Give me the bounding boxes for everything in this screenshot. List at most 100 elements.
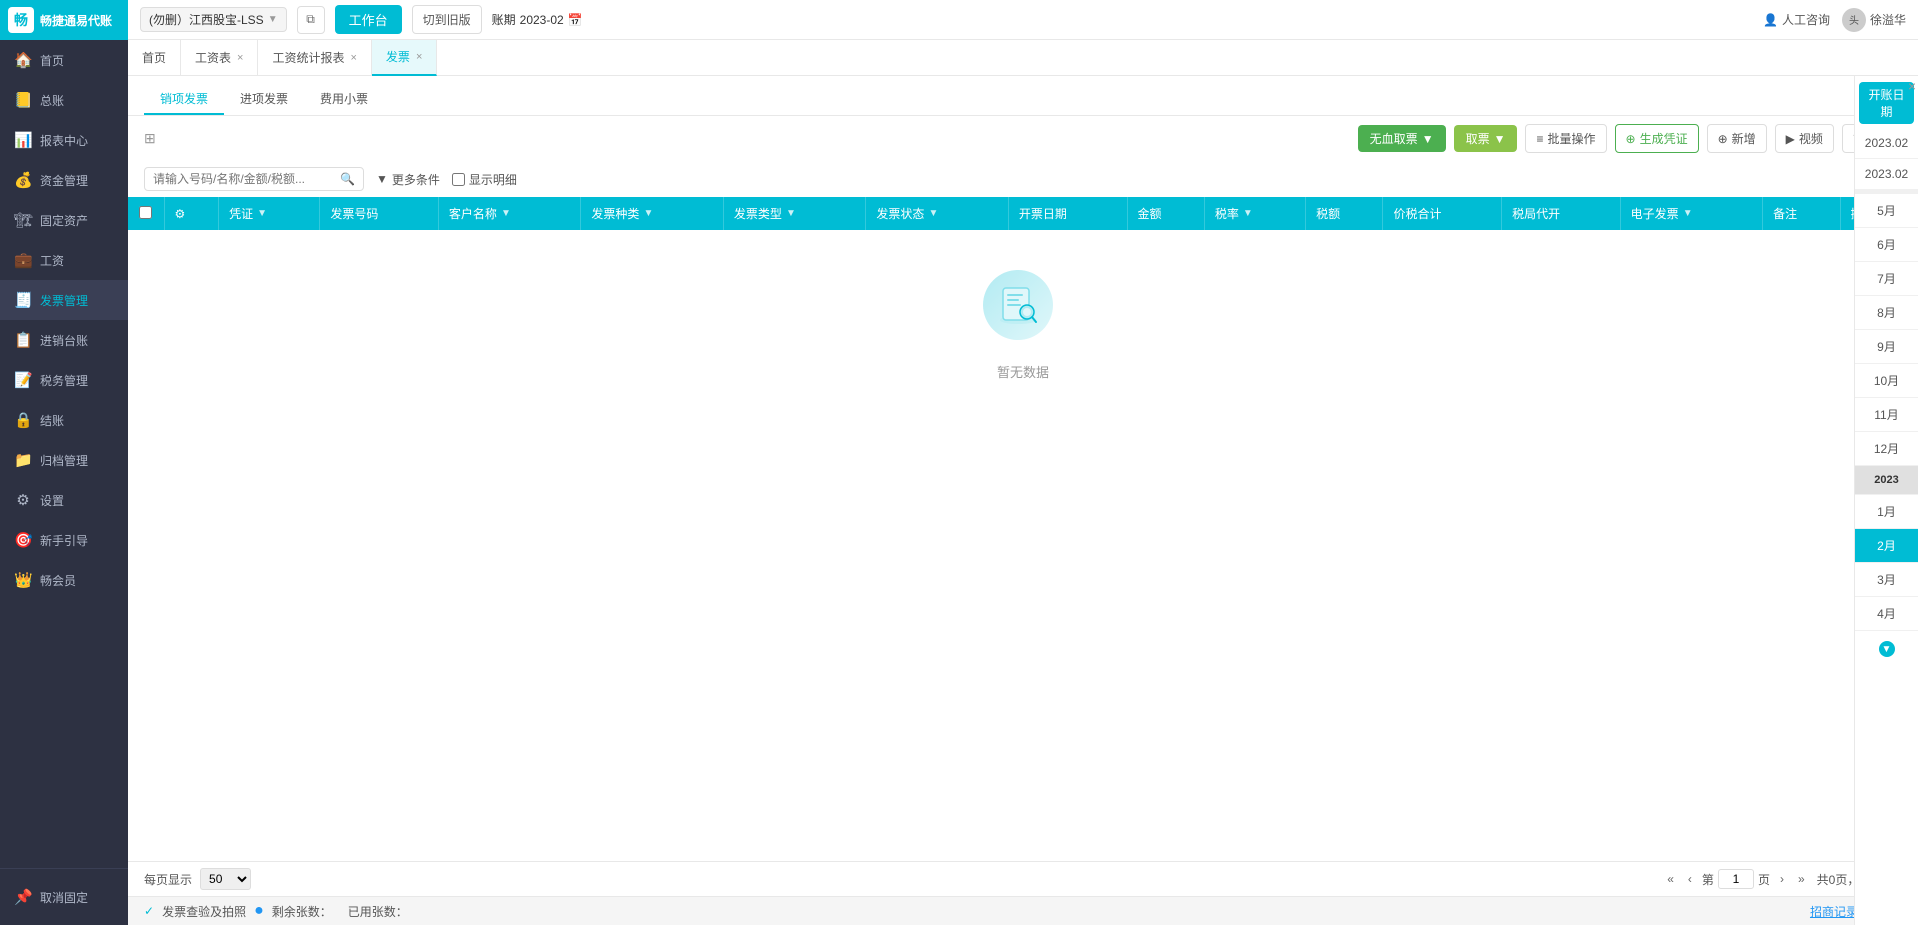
th-invoice-type: 发票种类 ▼: [581, 197, 724, 230]
last-page-button[interactable]: »: [1794, 870, 1809, 888]
ledger-icon: 📒: [14, 91, 32, 109]
date-panel-item-11m[interactable]: 11月: [1855, 398, 1918, 432]
more-conditions-button[interactable]: ▼ 更多条件: [376, 171, 440, 188]
new-button[interactable]: ⊕ 新增: [1707, 124, 1767, 153]
date-panel-item-6m[interactable]: 6月: [1855, 228, 1918, 262]
sidebar-item-invoice-mgmt[interactable]: 🧾 发票管理: [0, 280, 128, 320]
statusbar-left: ✓ 发票查验及拍照 ● 剩余张数： 已用张数：: [144, 902, 416, 920]
sidebar-item-ledger[interactable]: 📒 总账: [0, 80, 128, 120]
th-settings-icon[interactable]: ⚙: [175, 207, 186, 221]
old-version-button[interactable]: 切到旧版: [412, 5, 482, 34]
show-detail-checkbox[interactable]: [452, 173, 465, 186]
date-panel-item-9m[interactable]: 9月: [1855, 330, 1918, 364]
tab-payroll[interactable]: 工资表 ×: [181, 40, 258, 76]
th-customer: 客户名称 ▼: [438, 197, 581, 230]
subtab-sales[interactable]: 销项发票: [144, 84, 224, 115]
th-tax-total: 价税合计: [1383, 197, 1502, 230]
tax-button[interactable]: 取票 ▼: [1454, 125, 1518, 152]
sidebar-label-guide: 新手引导: [40, 532, 88, 549]
grid-view-icon[interactable]: ⊞: [144, 130, 156, 147]
open-date-button[interactable]: 开账日期: [1859, 82, 1914, 124]
sidebar-item-archive[interactable]: 📁 归档管理: [0, 440, 128, 480]
sidebar-item-home[interactable]: 🏠 首页: [0, 40, 128, 80]
date-panel-item-4m[interactable]: 4月: [1855, 597, 1918, 631]
date-panel-item-2023-02-1[interactable]: 2023.02: [1855, 128, 1918, 159]
th-invoice-category-filter-icon[interactable]: ▼: [786, 208, 796, 219]
subtab-purchase[interactable]: 进项发票: [224, 84, 304, 115]
tab-payroll-close-icon[interactable]: ×: [237, 52, 243, 64]
sidebar-item-tax-mgmt[interactable]: 📝 税务管理: [0, 360, 128, 400]
th-tax-amount-label: 税额: [1316, 207, 1340, 221]
tab-payroll-stats-close-icon[interactable]: ×: [350, 52, 356, 64]
th-electronic-filter-icon[interactable]: ▼: [1683, 208, 1693, 219]
calendar-icon[interactable]: 📅: [568, 13, 583, 27]
tab-payroll-stats[interactable]: 工资统计报表 ×: [258, 40, 371, 76]
sidebar-item-sales-ledger[interactable]: 📋 进销台账: [0, 320, 128, 360]
date-panel-item-8m[interactable]: 8月: [1855, 296, 1918, 330]
next-page-button[interactable]: ›: [1776, 870, 1788, 888]
th-invoice-category: 发票类型 ▼: [723, 197, 866, 230]
sidebar-item-member[interactable]: 👑 畅会员: [0, 560, 128, 600]
voucher-icon: ⊕: [1626, 132, 1636, 146]
page-info: 第 页: [1702, 869, 1770, 889]
date-panel-item-1m[interactable]: 1月: [1855, 495, 1918, 529]
generate-voucher-button[interactable]: ⊕ 生成凭证: [1615, 124, 1699, 153]
show-detail-label[interactable]: 显示明细: [452, 171, 517, 188]
th-invoice-status-filter-icon[interactable]: ▼: [928, 208, 938, 219]
sidebar-item-closing[interactable]: 🔒 结账: [0, 400, 128, 440]
unpin-icon: 📌: [14, 888, 32, 906]
th-customer-filter-icon[interactable]: ▼: [501, 208, 511, 219]
date-panel-item-2023-02-2[interactable]: 2023.02: [1855, 159, 1918, 190]
date-panel-item-2m[interactable]: 2月: [1855, 529, 1918, 563]
tab-home-label: 首页: [142, 49, 166, 66]
page-number-input[interactable]: [1718, 869, 1754, 889]
date-panel-year-2023[interactable]: 2023: [1855, 466, 1918, 495]
sidebar-item-funds[interactable]: 💰 资金管理: [0, 160, 128, 200]
th-voucher-filter-icon[interactable]: ▼: [257, 208, 267, 219]
subtab-expense[interactable]: 费用小票: [304, 84, 384, 115]
prev-page-button[interactable]: ‹: [1684, 870, 1696, 888]
date-panel-close-button[interactable]: ×: [1908, 78, 1916, 94]
tab-home[interactable]: 首页: [128, 40, 181, 76]
first-page-button[interactable]: «: [1663, 870, 1678, 888]
search-input[interactable]: [153, 172, 334, 186]
date-panel-item-3m[interactable]: 3月: [1855, 563, 1918, 597]
assets-icon: 🏗: [14, 211, 32, 229]
date-panel-item-10m[interactable]: 10月: [1855, 364, 1918, 398]
reports-icon: 📊: [14, 131, 32, 149]
sidebar-label-closing: 结账: [40, 412, 64, 429]
page-label: 第: [1702, 871, 1714, 888]
th-tax-rate-filter-icon[interactable]: ▼: [1243, 208, 1253, 219]
batch-ops-button[interactable]: ≡ 批量操作: [1525, 124, 1606, 153]
sidebar-item-assets[interactable]: 🏗 固定资产: [0, 200, 128, 240]
remaining-label: 剩余张数：: [272, 903, 332, 920]
sidebar-item-settings[interactable]: ⚙ 设置: [0, 480, 128, 520]
subtab-sales-label: 销项发票: [160, 92, 208, 106]
service-button[interactable]: 👤 人工咨询: [1763, 11, 1830, 28]
workspace-button[interactable]: 工作台: [335, 5, 402, 34]
company-selector[interactable]: (勿删）江西股宝-LSS ▼: [140, 7, 287, 32]
sidebar-label-home: 首页: [40, 52, 64, 69]
user-button[interactable]: 头 徐溢华: [1842, 8, 1906, 32]
sidebar-item-reports[interactable]: 📊 报表中心: [0, 120, 128, 160]
sidebar-item-payroll[interactable]: 💼 工资: [0, 240, 128, 280]
tab-invoice[interactable]: 发票 ×: [372, 40, 437, 76]
date-panel-item-7m[interactable]: 7月: [1855, 262, 1918, 296]
add-records-link[interactable]: 招商记录: [1810, 903, 1858, 920]
copy-company-button[interactable]: ⧉: [297, 6, 325, 34]
th-amount-label: 金额: [1138, 207, 1162, 221]
date-panel-expand-button[interactable]: ▼: [1879, 641, 1895, 657]
tab-invoice-close-icon[interactable]: ×: [416, 51, 422, 63]
th-tax-amount: 税额: [1306, 197, 1383, 230]
video-button[interactable]: ▶ 视频: [1775, 124, 1834, 153]
sidebar-item-guide[interactable]: 🎯 新手引导: [0, 520, 128, 560]
sidebar-item-unpin[interactable]: 📌 取消固定: [0, 877, 128, 917]
per-page-select[interactable]: 50 10 20 100: [200, 868, 251, 890]
date-panel-item-12m[interactable]: 12月: [1855, 432, 1918, 466]
th-invoice-type-filter-icon[interactable]: ▼: [643, 208, 653, 219]
select-all-checkbox[interactable]: [139, 206, 152, 219]
no-tax-button[interactable]: 无血取票 ▼: [1358, 125, 1446, 152]
filterbar: 🔍 ▼ 更多条件 显示明细: [128, 161, 1918, 197]
date-panel-item-5m[interactable]: 5月: [1855, 194, 1918, 228]
pagination-controls: « ‹ 第 页 › »: [1663, 869, 1808, 889]
